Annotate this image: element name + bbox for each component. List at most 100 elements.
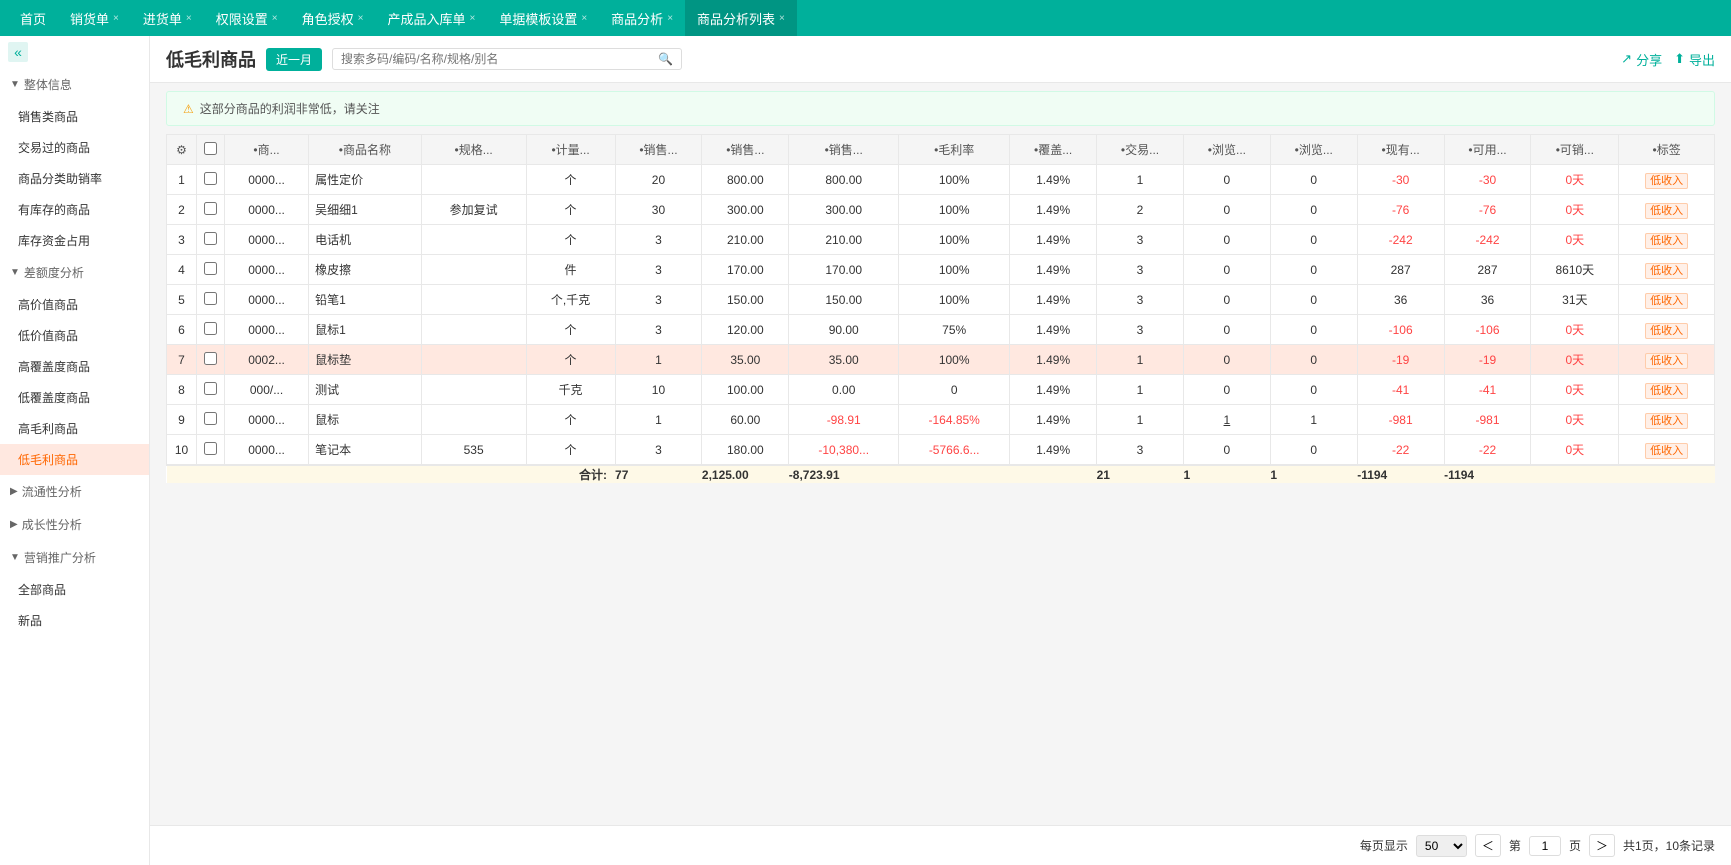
row-name[interactable]: 吴细细1 [309,195,422,225]
sidebar-group-growth[interactable]: ▶ 成长性分析 [0,508,149,541]
row-tag: 低收入 [1619,255,1715,285]
row-browse1[interactable]: 0 [1183,285,1270,315]
sidebar-item-sales-goods[interactable]: 销售类商品 [0,101,149,132]
sidebar-collapse-btn[interactable]: « [8,42,28,62]
row-browse1[interactable]: 1 [1183,405,1270,435]
row-name[interactable]: 鼠标 [309,405,422,435]
col-browse1: •浏览... [1183,135,1270,165]
row-code: 000/... [225,375,309,405]
col-checkbox[interactable] [197,135,225,165]
row-browse1[interactable]: 0 [1183,195,1270,225]
row-tag: 低收入 [1619,435,1715,466]
sidebar-group-overall[interactable]: ▼ 整体信息 [0,68,149,101]
next-page-btn[interactable]: ＞ [1589,834,1615,857]
table-container[interactable]: ⚙ •商... •商品名称 •规格... •计量... •销售... •销售..… [150,134,1731,825]
row-browse1[interactable]: 0 [1183,315,1270,345]
select-all-checkbox[interactable] [204,142,217,155]
row-checkbox[interactable] [197,195,225,225]
row-name[interactable]: 鼠标垫 [309,345,422,375]
row-checkbox[interactable] [197,405,225,435]
row-name[interactable]: 鼠标1 [309,315,422,345]
row-s3: 0.00 [789,375,899,405]
sidebar-group-marketing[interactable]: ▼ 营销推广分析 [0,541,149,574]
search-input[interactable] [341,52,654,66]
row-stock2: -22 [1444,435,1531,466]
export-btn[interactable]: ⬆ 导出 [1674,50,1715,69]
row-name[interactable]: 属性定价 [309,165,422,195]
footer-stock1: -1194 [1357,465,1444,483]
alert-bar: ⚠ 这部分商品的利润非常低，请关注 [166,91,1715,126]
row-browse1[interactable]: 0 [1183,165,1270,195]
col-settings[interactable]: ⚙ [167,135,197,165]
sidebar-item-stock-capital[interactable]: 库存资金占用 [0,225,149,256]
row-name[interactable]: 铅笔1 [309,285,422,315]
sidebar-item-low-value[interactable]: 低价值商品 [0,320,149,351]
bottom-bar: 每页显示 50 100 200 ＜ 第 页 ＞ 共1页，10条记录 [150,825,1731,865]
prev-page-btn[interactable]: ＜ [1475,834,1501,857]
row-checkbox[interactable] [197,315,225,345]
row-checkbox[interactable] [197,435,225,466]
sidebar-group-margin[interactable]: ▼ 差额度分析 [0,256,149,289]
share-btn[interactable]: ↗ 分享 [1621,50,1662,69]
footer-profit [899,465,1010,483]
nav-permissions[interactable]: 权限设置 × [204,0,290,36]
row-unit: 个,千克 [526,285,615,315]
sidebar-item-high-profit[interactable]: 高毛利商品 [0,413,149,444]
nav-goods-analysis[interactable]: 商品分析 × [599,0,685,36]
nav-home[interactable]: 首页 [8,0,58,36]
row-checkbox[interactable] [197,165,225,195]
row-checkbox[interactable] [197,225,225,255]
nav-products-in-close[interactable]: × [469,13,475,24]
row-browse1[interactable]: 0 [1183,345,1270,375]
nav-purchase-close[interactable]: × [186,13,192,24]
row-name[interactable]: 电话机 [309,225,422,255]
nav-goods-analysis-list[interactable]: 商品分析列表 × [685,0,797,36]
sidebar-item-all-goods[interactable]: 全部商品 [0,574,149,605]
sidebar-item-low-coverage[interactable]: 低覆盖度商品 [0,382,149,413]
browse1-link: 0 [1224,443,1231,457]
sidebar-item-low-profit[interactable]: 低毛利商品 [0,444,149,475]
row-checkbox[interactable] [197,285,225,315]
sidebar-group-liquidity[interactable]: ▶ 流通性分析 [0,475,149,508]
search-icon[interactable]: 🔍 [658,52,673,66]
sidebar-item-traded-goods[interactable]: 交易过的商品 [0,132,149,163]
nav-roles[interactable]: 角色授权 × [290,0,376,36]
row-browse1[interactable]: 0 [1183,375,1270,405]
sidebar-item-category-rate[interactable]: 商品分类助销率 [0,163,149,194]
row-browse2: 1 [1270,405,1357,435]
row-browse1[interactable]: 0 [1183,255,1270,285]
sidebar-item-new-goods[interactable]: 新品 [0,605,149,636]
nav-roles-close[interactable]: × [358,13,364,24]
date-filter-btn[interactable]: 近一月 [266,48,322,71]
col-stock1: •现有... [1357,135,1444,165]
row-gross: 1.49% [1010,405,1097,435]
nav-sales[interactable]: 销货单 × [58,0,131,36]
sidebar-item-high-coverage[interactable]: 高覆盖度商品 [0,351,149,382]
sidebar-item-high-value[interactable]: 高价值商品 [0,289,149,320]
row-browse2: 0 [1270,435,1357,466]
nav-permissions-close[interactable]: × [272,13,278,24]
row-spec [421,405,526,435]
nav-template[interactable]: 单据模板设置 × [487,0,599,36]
row-browse1[interactable]: 0 [1183,225,1270,255]
per-page-select[interactable]: 50 100 200 [1416,835,1467,857]
nav-goods-analysis-close[interactable]: × [667,13,673,24]
row-browse1[interactable]: 0 [1183,435,1270,466]
browse1-link: 0 [1224,353,1231,367]
browse1-link[interactable]: 1 [1224,413,1231,427]
row-name[interactable]: 橡皮擦 [309,255,422,285]
nav-products-in[interactable]: 产成品入库单 × [375,0,487,36]
nav-sales-close[interactable]: × [113,13,119,24]
page-input[interactable] [1529,836,1561,856]
row-name[interactable]: 测试 [309,375,422,405]
row-s3: 800.00 [789,165,899,195]
row-name[interactable]: 笔记本 [309,435,422,466]
row-checkbox[interactable] [197,375,225,405]
row-checkbox[interactable] [197,255,225,285]
sidebar-item-in-stock[interactable]: 有库存的商品 [0,194,149,225]
nav-purchase[interactable]: 进货单 × [131,0,204,36]
nav-goods-analysis-list-close[interactable]: × [779,13,785,24]
nav-template-close[interactable]: × [581,13,587,24]
row-checkbox[interactable] [197,345,225,375]
header-actions: ↗ 分享 ⬆ 导出 [1621,50,1715,69]
